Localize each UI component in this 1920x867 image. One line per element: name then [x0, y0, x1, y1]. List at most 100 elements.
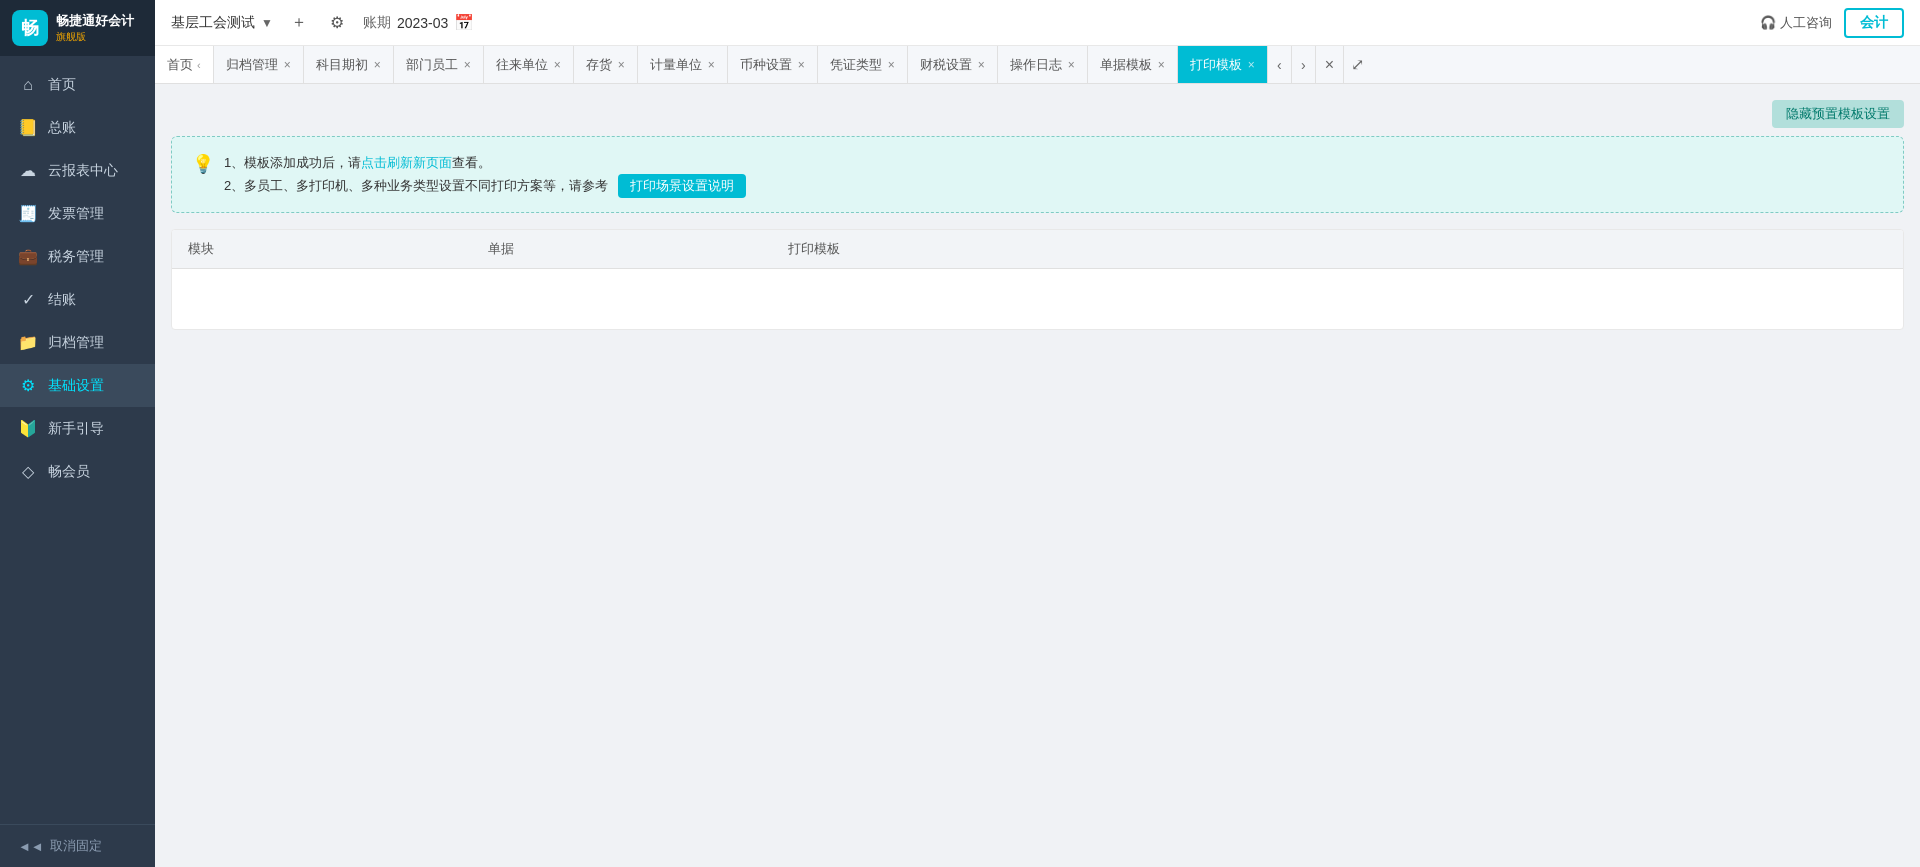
info-line2-prefix: 2、多员工、多打印机、多种业务类型设置不同打印方案等，请参考 [224, 178, 608, 193]
add-tab-button[interactable]: ＋ [285, 9, 313, 37]
tab-home-label: 首页 [167, 56, 193, 74]
tabs-expand-button[interactable]: ⤢ [1344, 46, 1372, 83]
tab-inventory-close[interactable]: × [618, 58, 625, 72]
main-area: 基层工会测试 ▼ ＋ ⚙ 账期 2023-03 📅 🎧 人工咨询 会计 首页 ‹ [155, 0, 1920, 867]
tabs-next-button[interactable]: › [1292, 46, 1316, 83]
settings-gear-button[interactable]: ⚙ [323, 9, 351, 37]
tab-department-close[interactable]: × [464, 58, 471, 72]
tab-home[interactable]: 首页 ‹ [155, 46, 214, 83]
tab-unit[interactable]: 计量单位 × [638, 46, 728, 83]
info-text: 1、模板添加成功后，请点击刷新新页面查看。 2、多员工、多打印机、多种业务类型设… [224, 151, 746, 198]
sidebar-item-member[interactable]: ◇ 畅会员 [0, 450, 155, 493]
tab-archive-mgmt-close[interactable]: × [284, 58, 291, 72]
unpin-button[interactable]: ◄◄ 取消固定 [0, 824, 155, 867]
table-body [172, 269, 1903, 329]
sidebar-label-tax: 税务管理 [48, 248, 104, 266]
sidebar-label-archive: 归档管理 [48, 334, 104, 352]
tab-inventory[interactable]: 存货 × [574, 46, 638, 83]
logo-icon: 畅 [12, 10, 48, 46]
calendar-icon[interactable]: 📅 [454, 13, 474, 32]
sidebar-item-guide[interactable]: 🔰 新手引导 [0, 407, 155, 450]
refresh-link[interactable]: 点击刷新新页面 [361, 155, 452, 170]
tab-inventory-label: 存货 [586, 56, 612, 74]
tab-operation-log-close[interactable]: × [1068, 58, 1075, 72]
tab-unit-close[interactable]: × [708, 58, 715, 72]
tabs-bar: 首页 ‹ 归档管理 × 科目期初 × 部门员工 × 往来单位 × 存货 × 计量… [155, 46, 1920, 84]
explain-button[interactable]: 打印场景设置说明 [618, 174, 746, 198]
tab-receipt-template[interactable]: 单据模板 × [1088, 46, 1178, 83]
sidebar-item-archive[interactable]: 📁 归档管理 [0, 321, 155, 364]
tab-currency-label: 币种设置 [740, 56, 792, 74]
unpin-icon: ◄◄ [18, 839, 44, 854]
sidebar-label-member: 畅会员 [48, 463, 90, 481]
tab-print-template-label: 打印模板 [1190, 56, 1242, 74]
sidebar-item-close[interactable]: ✓ 结账 [0, 278, 155, 321]
sidebar-item-settings[interactable]: ⚙ 基础设置 [0, 364, 155, 407]
info-line2: 2、多员工、多打印机、多种业务类型设置不同打印方案等，请参考 打印场景设置说明 [224, 174, 746, 198]
tab-currency[interactable]: 币种设置 × [728, 46, 818, 83]
sidebar-item-invoice[interactable]: 🧾 发票管理 [0, 192, 155, 235]
tab-currency-close[interactable]: × [798, 58, 805, 72]
help-button[interactable]: 🎧 人工咨询 [1760, 14, 1832, 32]
period-display: 账期 2023-03 📅 [363, 13, 474, 32]
sidebar-nav: ⌂ 首页 📒 总账 ☁ 云报表中心 🧾 发票管理 💼 税务管理 ✓ 结账 📁 归… [0, 56, 155, 824]
info-box: 💡 1、模板添加成功后，请点击刷新新页面查看。 2、多员工、多打印机、多种业务类… [171, 136, 1904, 213]
logo: 畅 畅捷通好会计 旗舰版 [0, 0, 155, 56]
company-dropdown-icon: ▼ [261, 16, 273, 30]
topbar-actions: ＋ ⚙ [285, 9, 351, 37]
tabs-close-all-button[interactable]: × [1316, 46, 1344, 83]
period-value: 2023-03 [397, 15, 448, 31]
tab-back-icon: ‹ [197, 59, 201, 71]
table-header: 模块 单据 打印模板 [172, 230, 1903, 269]
sidebar-item-tax[interactable]: 💼 税务管理 [0, 235, 155, 278]
settings-icon: ⚙ [18, 376, 38, 395]
tab-department-label: 部门员工 [406, 56, 458, 74]
tabs-prev-button[interactable]: ‹ [1268, 46, 1292, 83]
tab-subject-init[interactable]: 科目期初 × [304, 46, 394, 83]
close-accounts-icon: ✓ [18, 290, 38, 309]
invoice-icon: 🧾 [18, 204, 38, 223]
guide-icon: 🔰 [18, 419, 38, 438]
sidebar-label-ledger: 总账 [48, 119, 76, 137]
tab-contacts-label: 往来单位 [496, 56, 548, 74]
tab-contacts[interactable]: 往来单位 × [484, 46, 574, 83]
tab-print-template[interactable]: 打印模板 × [1178, 46, 1268, 83]
tab-subject-init-close[interactable]: × [374, 58, 381, 72]
tab-print-template-close[interactable]: × [1248, 58, 1255, 72]
tab-tax-settings-close[interactable]: × [978, 58, 985, 72]
hide-preview-button[interactable]: 隐藏预置模板设置 [1772, 100, 1904, 128]
company-name: 基层工会测试 [171, 14, 255, 32]
tab-operation-log-label: 操作日志 [1010, 56, 1062, 74]
col-template: 打印模板 [772, 240, 1903, 258]
tab-department[interactable]: 部门员工 × [394, 46, 484, 83]
info-line1-prefix: 1、模板添加成功后，请 [224, 155, 361, 170]
info-line1-suffix: 查看。 [452, 155, 491, 170]
accounting-button[interactable]: 会计 [1844, 8, 1904, 38]
tab-voucher-type[interactable]: 凭证类型 × [818, 46, 908, 83]
tab-subject-init-label: 科目期初 [316, 56, 368, 74]
member-icon: ◇ [18, 462, 38, 481]
tab-contacts-close[interactable]: × [554, 58, 561, 72]
logo-sub: 旗舰版 [56, 30, 134, 44]
info-line1: 1、模板添加成功后，请点击刷新新页面查看。 [224, 151, 746, 174]
sidebar-item-home[interactable]: ⌂ 首页 [0, 64, 155, 106]
content-header: 隐藏预置模板设置 [171, 100, 1904, 128]
company-selector[interactable]: 基层工会测试 ▼ [171, 14, 273, 32]
sidebar: 畅 畅捷通好会计 旗舰版 ⌂ 首页 📒 总账 ☁ 云报表中心 🧾 发票管理 💼 … [0, 0, 155, 867]
tab-tax-settings-label: 财税设置 [920, 56, 972, 74]
tab-operation-log[interactable]: 操作日志 × [998, 46, 1088, 83]
tab-tax-settings[interactable]: 财税设置 × [908, 46, 998, 83]
period-label: 账期 [363, 14, 391, 32]
help-label: 人工咨询 [1780, 14, 1832, 32]
tab-archive-mgmt-label: 归档管理 [226, 56, 278, 74]
tab-receipt-template-close[interactable]: × [1158, 58, 1165, 72]
tab-unit-label: 计量单位 [650, 56, 702, 74]
tab-voucher-type-close[interactable]: × [888, 58, 895, 72]
tab-archive-mgmt[interactable]: 归档管理 × [214, 46, 304, 83]
archive-icon: 📁 [18, 333, 38, 352]
ledger-icon: 📒 [18, 118, 38, 137]
sidebar-label-close: 结账 [48, 291, 76, 309]
tip-icon: 💡 [192, 153, 214, 175]
sidebar-item-reports[interactable]: ☁ 云报表中心 [0, 149, 155, 192]
sidebar-item-ledger[interactable]: 📒 总账 [0, 106, 155, 149]
